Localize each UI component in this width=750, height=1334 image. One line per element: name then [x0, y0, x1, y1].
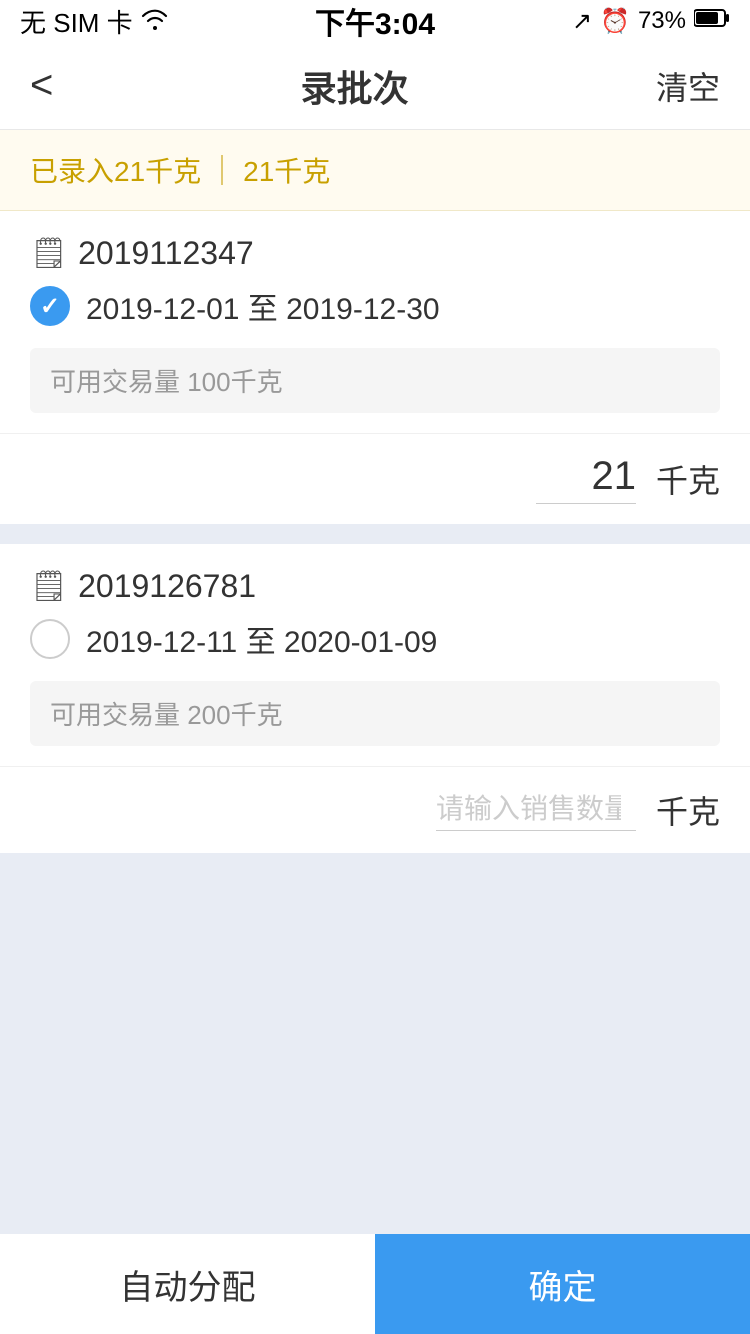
alarm-icon: ⏰: [600, 7, 630, 36]
batch-2-date: 2019-12-11 至 2020-01-09: [86, 617, 437, 661]
batch-1-icon: 🗒: [30, 236, 68, 271]
batch-2-icon: 🗒: [30, 569, 68, 604]
batch-2-id: 2019126781: [78, 568, 256, 605]
batch-1-radio[interactable]: [30, 286, 70, 326]
batch-1-quantity-underline: 21: [536, 454, 636, 504]
batch-1-date-row[interactable]: 2019-12-01 至 2019-12-30: [0, 284, 750, 340]
batch-card-1: 🗒 2019112347 2019-12-01 至 2019-12-30 可用交…: [0, 211, 750, 524]
bottom-bar: 自动分配 确定: [0, 1234, 750, 1334]
section-separator-1: [0, 524, 750, 544]
confirm-button[interactable]: 确定: [375, 1234, 750, 1334]
batch-1-header: 🗒 2019112347: [0, 211, 750, 284]
status-right: ↗ ⏰ 73%: [572, 7, 730, 36]
no-sim-text: 无 SIM 卡: [20, 3, 133, 40]
status-time: 下午3:04: [315, 0, 435, 43]
batch-2-quantity-input[interactable]: [436, 789, 636, 831]
back-button[interactable]: <: [30, 63, 53, 108]
batch-1-date: 2019-12-01 至 2019-12-30: [86, 284, 440, 328]
batch-1-unit: 千克: [656, 456, 720, 502]
auto-distribute-button[interactable]: 自动分配: [0, 1234, 375, 1334]
batch-1-availability-text: 可用交易量 100千克: [50, 367, 283, 397]
nav-bar: < 录批次 清空: [0, 42, 750, 130]
location-icon: ↗: [572, 7, 592, 36]
batch-2-radio[interactable]: [30, 619, 70, 659]
batch-1-quantity-value: 21: [591, 454, 636, 498]
recorded-value: 21千克: [243, 150, 330, 190]
page-title: 录批次: [301, 60, 409, 112]
info-divider: [221, 155, 223, 185]
batch-1-availability: 可用交易量 100千克: [30, 348, 720, 413]
batch-2-availability-text: 可用交易量 200千克: [50, 700, 283, 730]
batch-card-2: 🗒 2019126781 2019-12-11 至 2020-01-09 可用交…: [0, 544, 750, 853]
battery-icon: [694, 7, 730, 35]
batch-1-quantity-row: 21 千克: [0, 433, 750, 524]
recorded-label: 已录入21千克: [30, 150, 201, 190]
batch-1-id: 2019112347: [78, 235, 254, 272]
status-left: 无 SIM 卡: [20, 3, 169, 40]
batch-2-availability: 可用交易量 200千克: [30, 681, 720, 746]
batch-2-unit: 千克: [656, 787, 720, 833]
wifi-icon: [141, 6, 169, 37]
clear-button[interactable]: 清空: [656, 63, 720, 109]
batch-2-input-row[interactable]: 千克: [0, 766, 750, 853]
batch-2-date-row[interactable]: 2019-12-11 至 2020-01-09: [0, 617, 750, 673]
battery-text: 73%: [638, 7, 686, 35]
status-bar: 无 SIM 卡 下午3:04 ↗ ⏰ 73%: [0, 0, 750, 42]
info-banner: 已录入21千克 21千克: [0, 130, 750, 211]
batch-2-header: 🗒 2019126781: [0, 544, 750, 617]
